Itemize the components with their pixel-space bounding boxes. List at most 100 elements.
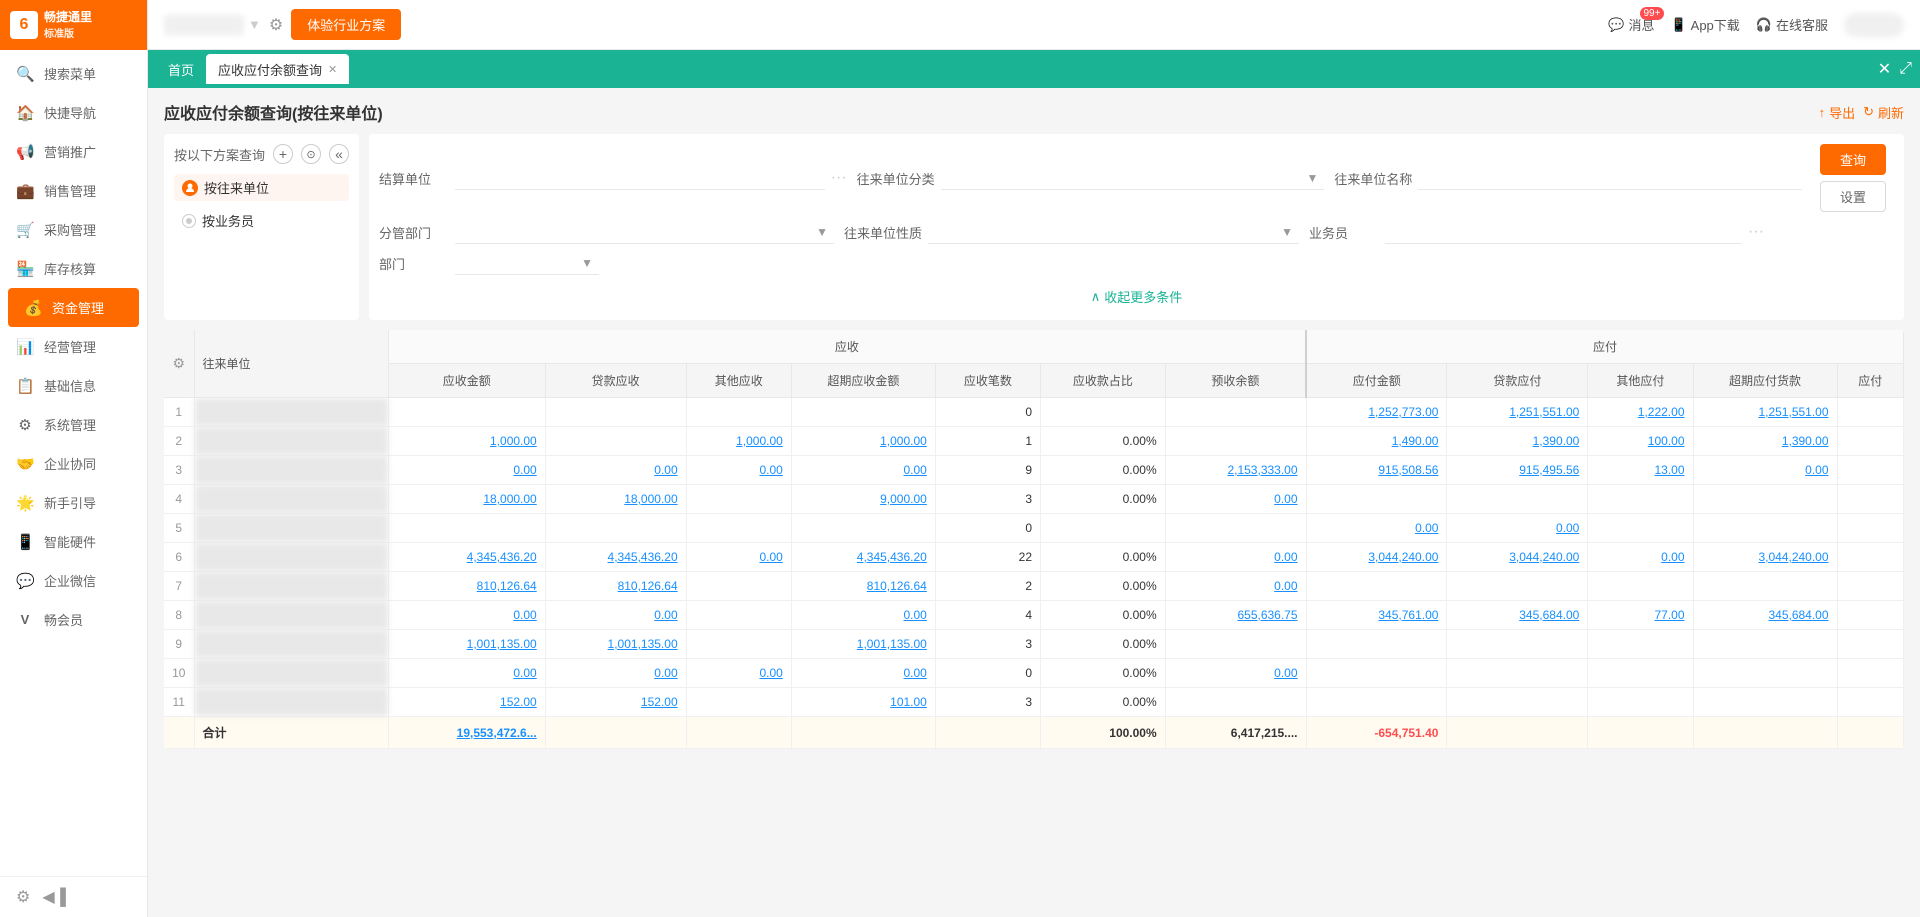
filter-settings-btn[interactable]: ⊙ <box>301 144 321 164</box>
partner-name-cell <box>194 427 388 456</box>
user-menu[interactable] <box>1844 13 1904 37</box>
sidebar-item-operation[interactable]: 📊 经营管理 <box>0 327 147 366</box>
solution-btn[interactable]: 体验行业方案 <box>291 9 401 40</box>
logo-icon: 6 <box>10 11 38 39</box>
dept-manager-label: 分管部门 <box>379 223 449 242</box>
sidebar-item-system[interactable]: ⚙ 系统管理 <box>0 405 147 444</box>
salesperson-input[interactable] <box>1385 220 1742 244</box>
sidebar-label-system: 系统管理 <box>44 415 96 434</box>
table-row: 80.000.000.0040.00%655,636.75345,761.003… <box>164 601 1904 630</box>
sidebar-item-search[interactable]: 🔍 搜索菜单 <box>0 54 147 93</box>
corp-icon: 🤝 <box>16 455 34 473</box>
payable-group-header: 应付 <box>1306 330 1903 364</box>
partner-name-cell <box>194 398 388 427</box>
member-icon: V <box>16 612 34 627</box>
collapse-label: 收起更多条件 <box>1104 287 1182 306</box>
sidebar-item-hardware[interactable]: 📱 智能硬件 <box>0 522 147 561</box>
data-table-container: ⚙ 往来单位 应收 应付 应收金额 贷款应收 其他应收 超期应收金额 应收笔数 <box>164 330 1904 749</box>
sidebar: 6 畅捷通里 标准版 🔍 搜索菜单 🏠 快捷导航 📢 营销推广 💼 销售管理 🛒… <box>0 0 148 917</box>
export-icon: ↑ <box>1819 105 1826 120</box>
query-btn[interactable]: 查询 <box>1820 144 1886 175</box>
settlement-ellipsis[interactable]: ··· <box>831 169 847 187</box>
partner-name-cell <box>194 688 388 717</box>
settlement-field: 结算单位 ··· <box>379 166 847 190</box>
tab-receivable-label: 应收应付余额查询 <box>218 60 322 79</box>
sidebar-item-guide[interactable]: 🌟 新手引导 <box>0 483 147 522</box>
gear-icon[interactable]: ⚙ <box>269 15 283 35</box>
partner-category-select[interactable]: ▼ <box>941 167 1325 190</box>
sidebar-item-finance[interactable]: 💰 资金管理 <box>8 288 139 327</box>
settings-bottom-icon[interactable]: ⚙ <box>16 887 30 907</box>
refresh-btn[interactable]: ↻ 刷新 <box>1863 103 1904 122</box>
message-icon: 💬 <box>1608 17 1624 33</box>
page-title: 应收应付余额查询(按往来单位) <box>164 100 383 124</box>
filter-row-3: 部门 ▼ <box>379 252 1894 275</box>
partner-name-cell <box>194 514 388 543</box>
sidebar-item-corp[interactable]: 🤝 企业协同 <box>0 444 147 483</box>
partner-name-cell <box>194 630 388 659</box>
sidebar-bottom: ⚙ ◀▐ <box>0 876 147 917</box>
nav-path: ▼ <box>164 15 261 35</box>
sales-icon: 💼 <box>16 182 34 200</box>
payable-note-header: 应付 <box>1837 364 1903 398</box>
query-btn-area: 查询 设置 <box>1812 144 1894 212</box>
inventory-icon: 🏪 <box>16 260 34 278</box>
operation-icon: 📊 <box>16 338 34 356</box>
partner-name-cell <box>194 456 388 485</box>
table-row: 21,000.001,000.001,000.0010.00%1,490.001… <box>164 427 1904 456</box>
notification-btn[interactable]: 💬 消息 99+ <box>1608 15 1654 34</box>
sidebar-label-member: 畅会员 <box>44 610 83 629</box>
header-right: 💬 消息 99+ 📱 App下载 🎧 在线客服 <box>1608 13 1904 37</box>
tab-receivable[interactable]: 应收应付余额查询 ✕ <box>206 54 349 84</box>
filter-collapse-btn[interactable]: « <box>329 144 349 164</box>
home-icon: 🏠 <box>16 104 34 122</box>
collapse-more-btn[interactable]: ∧ 收起更多条件 <box>1091 283 1183 310</box>
sidebar-label-hardware: 智能硬件 <box>44 532 96 551</box>
sidebar-item-marketing[interactable]: 📢 营销推广 <box>0 132 147 171</box>
tab-expand[interactable]: ⤢ <box>1899 60 1912 78</box>
tab-close-window[interactable]: ✕ <box>1878 59 1891 79</box>
setting-btn[interactable]: 设置 <box>1820 181 1886 212</box>
export-btn[interactable]: ↑ 导出 <box>1819 103 1856 122</box>
nav-item-1[interactable] <box>164 15 244 35</box>
collapse-icon[interactable]: ◀▐ <box>42 887 66 907</box>
filter-header: 按以下方案查询 + ⊙ « <box>174 144 349 164</box>
app-download-btn[interactable]: 📱 App下载 <box>1670 15 1739 34</box>
sidebar-item-quick[interactable]: 🏠 快捷导航 <box>0 93 147 132</box>
other-receivable-header: 其他应收 <box>686 364 791 398</box>
sidebar-item-basic[interactable]: 📋 基础信息 <box>0 366 147 405</box>
data-table: ⚙ 往来单位 应收 应付 应收金额 贷款应收 其他应收 超期应收金额 应收笔数 <box>164 330 1904 749</box>
filter-add-btn[interactable]: + <box>273 144 293 164</box>
tab-close-icon[interactable]: ✕ <box>328 63 337 76</box>
receivable-ratio-header: 应收款占比 <box>1041 364 1166 398</box>
partner-nature-select[interactable]: ▼ <box>928 221 1299 244</box>
dept-field: 部门 ▼ <box>379 252 599 275</box>
salesperson-ellipsis[interactable]: ··· <box>1748 223 1764 241</box>
sidebar-item-purchase[interactable]: 🛒 采购管理 <box>0 210 147 249</box>
sidebar-item-inventory[interactable]: 🏪 库存核算 <box>0 249 147 288</box>
dept-select[interactable]: ▼ <box>455 252 599 275</box>
salesperson-label2: 业务员 <box>1309 223 1379 242</box>
footer-label: 合计 <box>194 717 388 749</box>
partner-category-field: 往来单位分类 ▼ <box>857 167 1325 190</box>
table-settings-icon[interactable]: ⚙ <box>172 355 185 371</box>
service-btn[interactable]: 🎧 在线客服 <box>1756 15 1828 34</box>
sidebar-item-wechat[interactable]: 💬 企业微信 <box>0 561 147 600</box>
filter-option-salesperson[interactable]: 按业务员 <box>174 207 349 234</box>
dept-manager-select[interactable]: ▼ <box>455 221 834 244</box>
basic-icon: 📋 <box>16 377 34 395</box>
filter-section: 按以下方案查询 + ⊙ « 按往来单位 <box>164 134 1904 320</box>
service-icon: 🎧 <box>1756 17 1772 33</box>
loan-receivable-header: 贷款应收 <box>545 364 686 398</box>
partner-name-input[interactable] <box>1418 166 1802 190</box>
tab-home[interactable]: 首页 <box>156 54 206 84</box>
table-wrap[interactable]: ⚙ 往来单位 应收 应付 应收金额 贷款应收 其他应收 超期应收金额 应收笔数 <box>164 330 1904 749</box>
receivable-amount-header: 应收金额 <box>388 364 545 398</box>
logo-sub: 标准版 <box>44 25 92 40</box>
settlement-input[interactable] <box>455 166 825 190</box>
payable-amount-header: 应付金额 <box>1306 364 1447 398</box>
partner-label: 按往来单位 <box>204 178 269 197</box>
sidebar-item-sales[interactable]: 💼 销售管理 <box>0 171 147 210</box>
filter-option-partner[interactable]: 按往来单位 <box>174 174 349 201</box>
sidebar-item-member[interactable]: V 畅会员 <box>0 600 147 639</box>
